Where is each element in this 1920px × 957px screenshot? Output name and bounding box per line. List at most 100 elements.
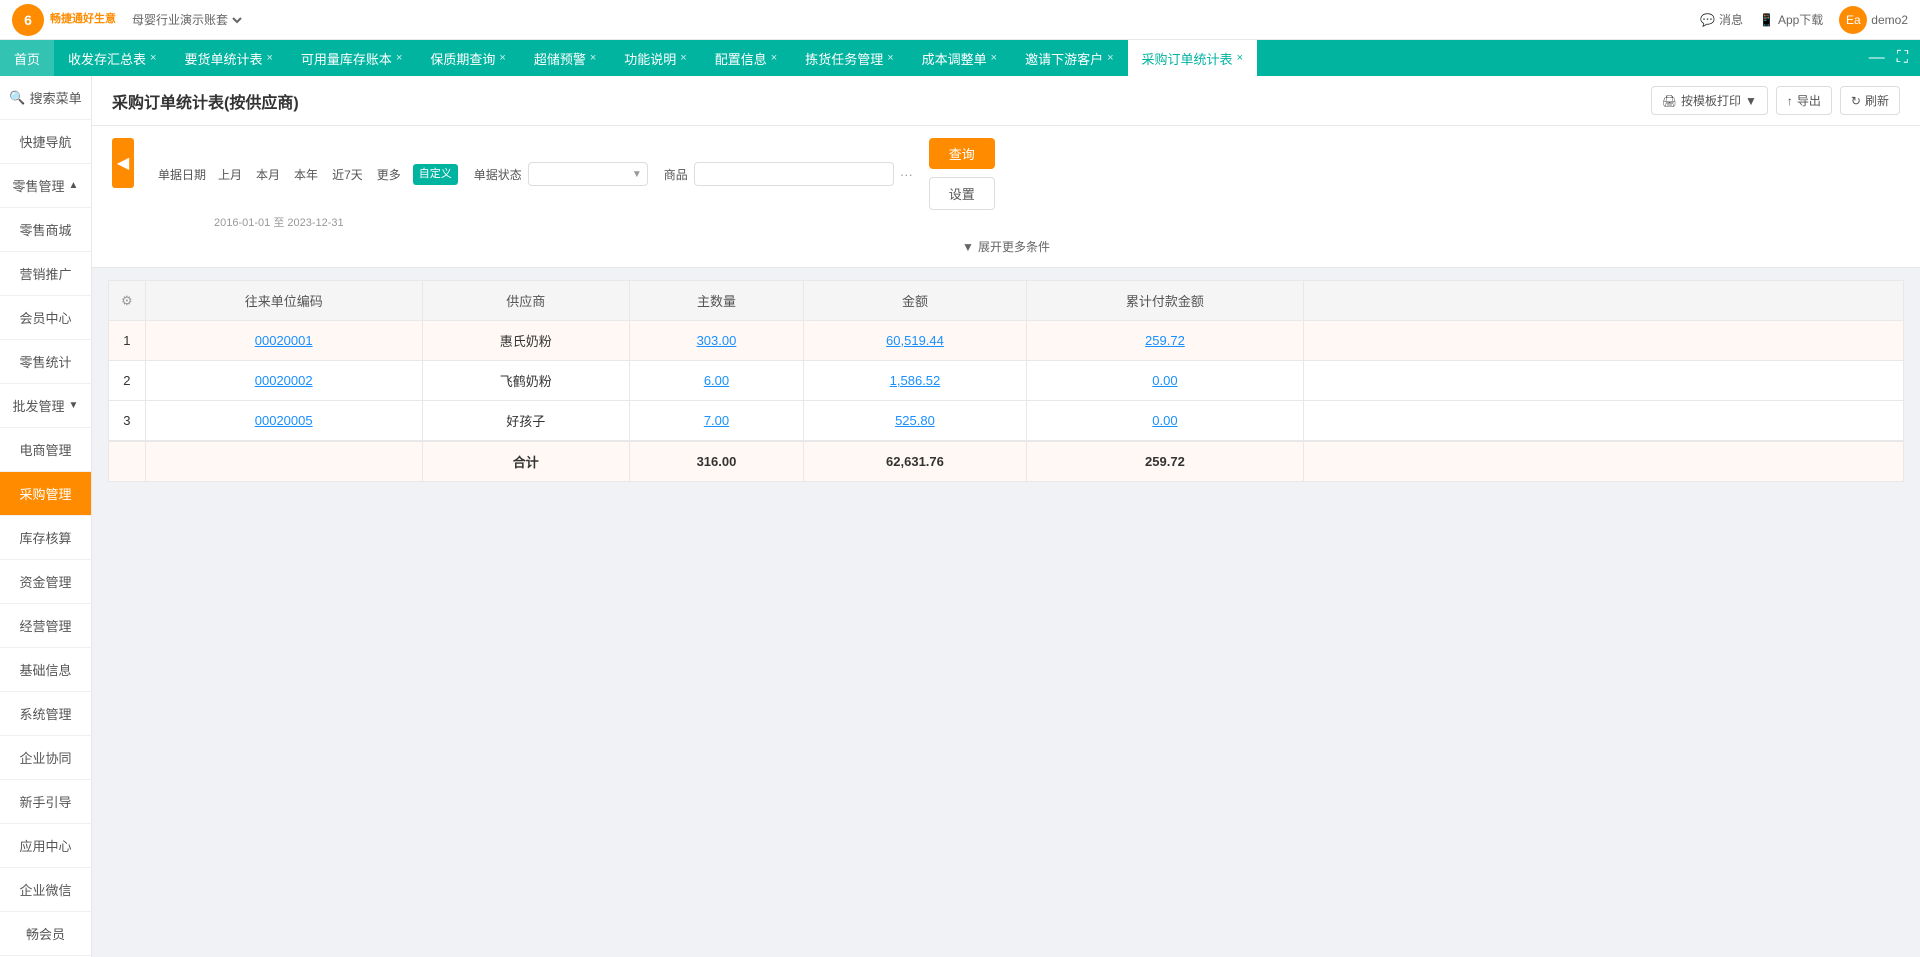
tab-cost-adjust[interactable]: 成本调整单 ×: [908, 40, 1011, 76]
tab-overstock-close[interactable]: ×: [590, 52, 596, 64]
sidebar-item-retail[interactable]: 零售管理 ▲: [0, 164, 91, 208]
tab-overstock[interactable]: 超储预警 ×: [520, 40, 610, 76]
row1-qty-link[interactable]: 303.00: [697, 333, 737, 348]
row3-code-link[interactable]: 00020005: [255, 413, 313, 428]
filter-toggle-arrow[interactable]: ◀: [112, 138, 134, 188]
print-label: 按模板打印: [1681, 92, 1741, 109]
sidebar-item-wechat[interactable]: 企业微信: [0, 868, 91, 912]
sidebar-item-system[interactable]: 系统管理: [0, 692, 91, 736]
tab-invite[interactable]: 邀请下游客户 ×: [1011, 40, 1127, 76]
column-settings-icon[interactable]: ⚙: [121, 293, 133, 308]
sidebar-item-member[interactable]: 会员中心: [0, 296, 91, 340]
tab-expiry-query[interactable]: 保质期查询 ×: [416, 40, 519, 76]
print-button[interactable]: 🖨 按模板打印 ▼: [1651, 86, 1768, 115]
row1-amount-link[interactable]: 60,519.44: [886, 333, 944, 348]
sidebar-item-vip[interactable]: 畅会员: [0, 912, 91, 956]
goods-input[interactable]: [694, 162, 894, 186]
tab-overstock-label: 超储预警: [534, 49, 586, 68]
tab-purchase-summary[interactable]: 采购订单统计表 ×: [1128, 40, 1257, 76]
sidebar-item-enterprise[interactable]: 企业协同: [0, 736, 91, 780]
row2-qty: 6.00: [629, 361, 803, 401]
tab-minimize-icon[interactable]: —: [1865, 45, 1889, 71]
tab-demand-close[interactable]: ×: [266, 52, 272, 64]
tab-function[interactable]: 功能说明 ×: [610, 40, 700, 76]
query-button[interactable]: 查询: [929, 138, 995, 169]
tab-config-close[interactable]: ×: [771, 52, 777, 64]
sidebar-stock-label: 库存核算: [19, 528, 71, 547]
row3-paid: 0.00: [1026, 401, 1303, 442]
sidebar-item-basic[interactable]: 基础信息: [0, 648, 91, 692]
sidebar-item-marketing[interactable]: 营销推广: [0, 252, 91, 296]
sidebar-item-app-center[interactable]: 应用中心: [0, 824, 91, 868]
sidebar-item-retail-mall[interactable]: 零售商城: [0, 208, 91, 252]
layout: 🔍 搜索菜单 快捷导航 零售管理 ▲ 零售商城 营销推广 会员中心 零售统计 批…: [0, 76, 1920, 957]
data-table: ⚙ 往来单位编码 供应商 主数量 金额 累计付款金额 1 000200: [108, 280, 1904, 482]
row3-paid-link[interactable]: 0.00: [1152, 413, 1177, 428]
row2-code-link[interactable]: 00020002: [255, 373, 313, 388]
status-select[interactable]: [528, 162, 648, 186]
tab-fullscreen-icon[interactable]: ⛶: [1893, 45, 1912, 71]
sidebar-item-retail-stat[interactable]: 零售统计: [0, 340, 91, 384]
export-icon: ↑: [1787, 94, 1793, 108]
sidebar-vip-label: 畅会员: [26, 924, 65, 943]
row2-paid-link[interactable]: 0.00: [1152, 373, 1177, 388]
sidebar-item-quick-nav[interactable]: 快捷导航: [0, 120, 91, 164]
sidebar-item-ops[interactable]: 经营管理: [0, 604, 91, 648]
tab-expiry-close[interactable]: ×: [499, 52, 505, 64]
status-select-wrapper: ▼: [528, 162, 648, 186]
shortcut-last-month[interactable]: 上月: [212, 164, 248, 185]
tab-pick-task-close[interactable]: ×: [887, 52, 893, 64]
sidebar-item-wholesale[interactable]: 批发管理 ▼: [0, 384, 91, 428]
sidebar-wechat-label: 企业微信: [19, 880, 71, 899]
sidebar-ecommerce-label: 电商管理: [19, 440, 71, 459]
shortcut-7days[interactable]: 近7天: [326, 164, 369, 185]
industry-selector[interactable]: 母婴行业演示账套: [128, 12, 1700, 28]
sidebar-item-ecommerce[interactable]: 电商管理: [0, 428, 91, 472]
sidebar-item-finance[interactable]: 资金管理: [0, 560, 91, 604]
tab-pick-task[interactable]: 拣货任务管理 ×: [791, 40, 907, 76]
username-label: demo2: [1871, 13, 1908, 27]
tab-demand-summary[interactable]: 要货单统计表 ×: [170, 40, 286, 76]
row3-amount-link[interactable]: 525.80: [895, 413, 935, 428]
tab-config-label: 配置信息: [715, 49, 767, 68]
tab-home[interactable]: 首页: [0, 40, 54, 76]
shortcut-this-month[interactable]: 本月: [250, 164, 286, 185]
export-button[interactable]: ↑ 导出: [1776, 86, 1832, 115]
filter-actions: 查询 设置: [929, 138, 995, 210]
tab-function-close[interactable]: ×: [680, 52, 686, 64]
tab-cost-close[interactable]: ×: [991, 52, 997, 64]
row2-amount-link[interactable]: 1,586.52: [890, 373, 941, 388]
sidebar-item-purchase[interactable]: 采购管理: [0, 472, 91, 516]
tab-available-stock-close[interactable]: ×: [396, 52, 402, 64]
footer-amount: 62,631.76: [804, 441, 1027, 482]
row1-paid-link[interactable]: 259.72: [1145, 333, 1185, 348]
row3-qty-link[interactable]: 7.00: [704, 413, 729, 428]
refresh-button[interactable]: ↻ 刷新: [1840, 86, 1900, 115]
user-area[interactable]: Ea demo2: [1839, 6, 1908, 34]
tab-config[interactable]: 配置信息 ×: [701, 40, 791, 76]
sidebar-item-search[interactable]: 🔍 搜索菜单: [0, 76, 91, 120]
print-dropdown-icon: ▼: [1745, 94, 1757, 108]
tab-purchase-close[interactable]: ×: [1237, 52, 1243, 64]
goods-more-icon[interactable]: ···: [900, 167, 913, 182]
table-row: 2 00020002 飞鹤奶粉 6.00 1,586.52 0.00: [109, 361, 1904, 401]
app-download-btn[interactable]: 📱 App下载: [1759, 11, 1823, 28]
industry-select[interactable]: 母婴行业演示账套: [128, 12, 245, 28]
row2-qty-link[interactable]: 6.00: [704, 373, 729, 388]
tab-receive-summary[interactable]: 收发存汇总表 ×: [54, 40, 170, 76]
tab-invite-close[interactable]: ×: [1107, 52, 1113, 64]
sidebar-item-stock[interactable]: 库存核算: [0, 516, 91, 560]
col-supplier: 供应商: [422, 281, 629, 321]
shortcut-this-year[interactable]: 本年: [288, 164, 324, 185]
tab-available-stock[interactable]: 可用量库存账本 ×: [287, 40, 416, 76]
message-btn[interactable]: 💬 消息: [1700, 11, 1743, 28]
sidebar-item-newbie[interactable]: 新手引导: [0, 780, 91, 824]
tab-receive-summary-close[interactable]: ×: [150, 52, 156, 64]
row1-code-link[interactable]: 00020001: [255, 333, 313, 348]
expand-button[interactable]: ▼ 展开更多条件: [962, 238, 1050, 255]
shortcut-more[interactable]: 更多: [371, 164, 407, 185]
tab-expiry-label: 保质期查询: [430, 49, 495, 68]
wholesale-expand-icon: ▼: [69, 400, 79, 411]
setting-button[interactable]: 设置: [929, 177, 995, 210]
status-filter: 单据状态 ▼: [474, 162, 648, 186]
